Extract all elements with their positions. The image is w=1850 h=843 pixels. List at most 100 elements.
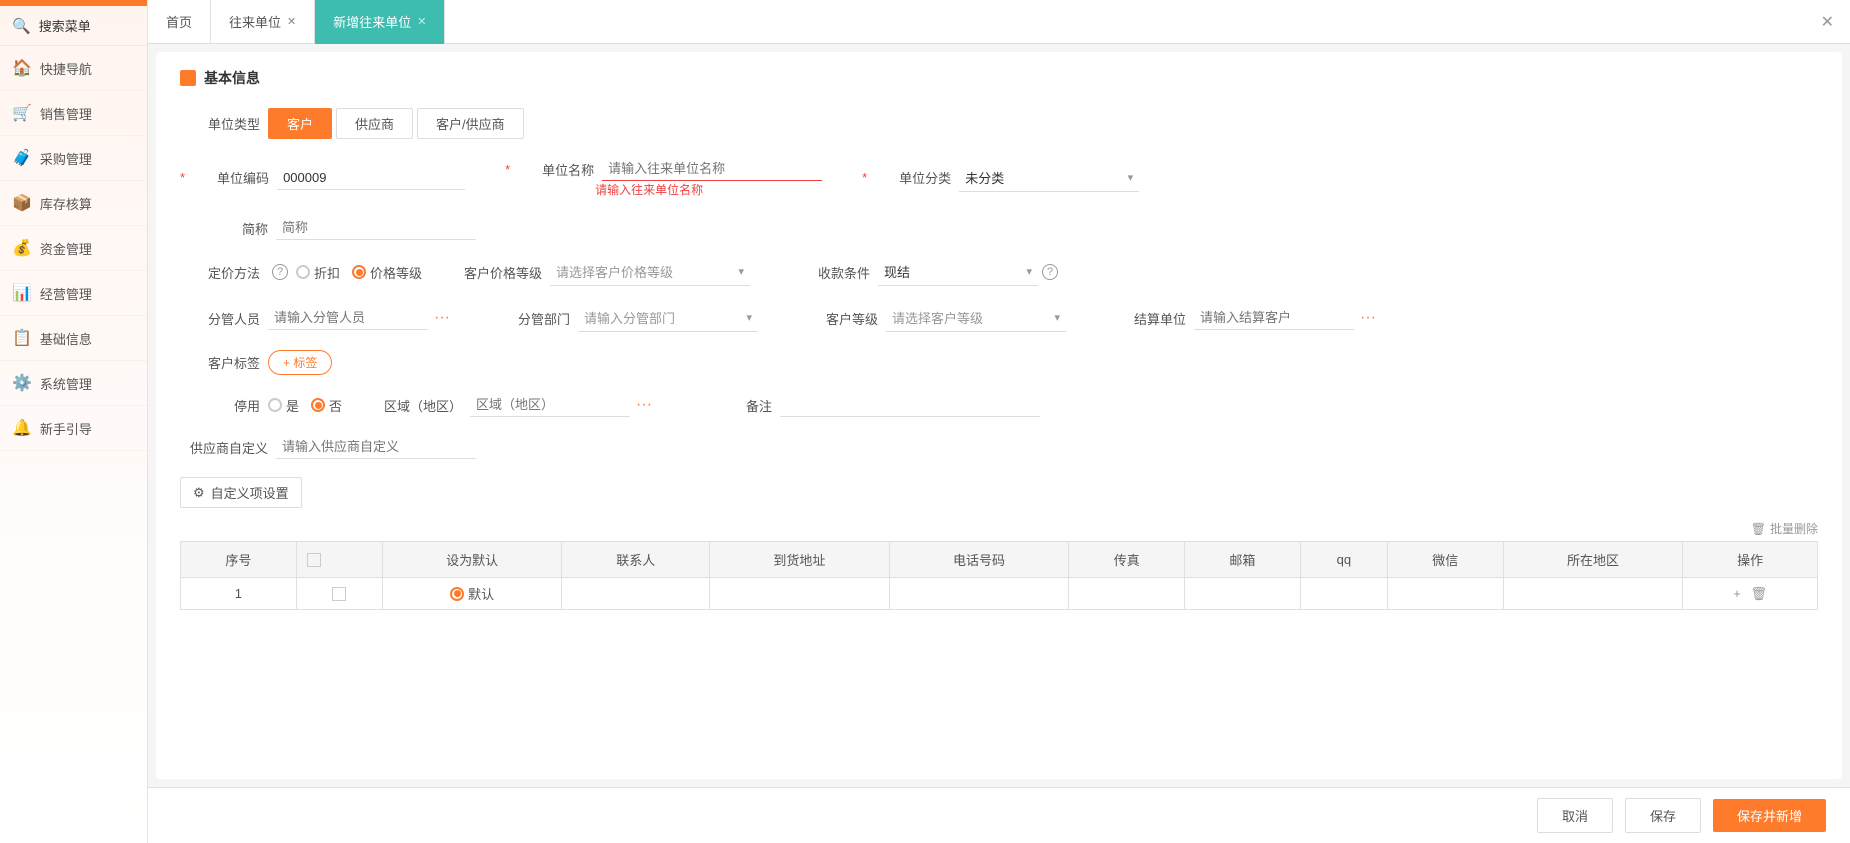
cancel-button[interactable]: 取消 — [1537, 798, 1613, 833]
unit-btn-customer[interactable]: 客户 — [268, 108, 332, 139]
unit-category-required: * — [862, 170, 867, 185]
row-default-radio[interactable] — [450, 587, 464, 601]
add-tag-button[interactable]: + 标签 — [268, 350, 332, 375]
row-region — [1503, 578, 1683, 610]
row-checkbox-cell — [296, 578, 382, 610]
short-name-input[interactable] — [276, 216, 476, 240]
save-new-button[interactable]: 保存并新增 — [1713, 799, 1826, 832]
unit-name-label: 单位名称 — [514, 160, 594, 179]
disabled-row: 停用 是 否 区域（地区） ··· — [180, 393, 1818, 417]
payment-terms-select[interactable]: 现结 ▾ — [878, 258, 1038, 286]
tab-home[interactable]: 首页 — [148, 0, 211, 44]
save-button[interactable]: 保存 — [1625, 798, 1701, 833]
money-icon: 💰 — [12, 238, 32, 258]
row-phone — [889, 578, 1069, 610]
col-no: 序号 — [181, 542, 297, 578]
sidebar-item-inventory[interactable]: 📦 库存核算 — [0, 181, 147, 226]
supplier-custom-row: 供应商自定义 — [180, 435, 1818, 459]
sidebar-item-purchase[interactable]: 🧳 采购管理 — [0, 136, 147, 181]
settlement-input[interactable] — [1194, 306, 1354, 330]
unit-btn-supplier[interactable]: 供应商 — [336, 108, 413, 139]
delete-row-btn[interactable]: 🗑 — [1750, 586, 1767, 601]
pricing-method-label: 定价方法 — [180, 263, 260, 282]
row-no: 1 — [181, 578, 297, 610]
sidebar-item-guide[interactable]: 🔔 新手引导 — [0, 406, 147, 451]
tab-new-partner[interactable]: 新增往来单位 ✕ — [315, 0, 445, 44]
custom-setting-button[interactable]: ⚙ 自定义项设置 — [180, 477, 302, 508]
unit-code-input[interactable] — [277, 166, 465, 190]
pricing-discount-circle — [296, 265, 310, 279]
sidebar-item-finance-label: 资金管理 — [40, 239, 92, 258]
col-address: 到货地址 — [710, 542, 890, 578]
pricing-help-icon[interactable]: ? — [272, 264, 288, 280]
customer-level-chevron: ▾ — [1054, 311, 1060, 324]
sidebar-item-guide-label: 新手引导 — [40, 419, 92, 438]
col-region: 所在地区 — [1503, 542, 1683, 578]
customer-level-select[interactable]: 请选择客户等级 ▾ — [886, 304, 1066, 332]
tab-bar-close[interactable]: ✕ — [1805, 12, 1850, 32]
col-phone: 电话号码 — [889, 542, 1069, 578]
unit-type-row: 单位类型 客户 供应商 客户/供应商 — [180, 108, 1818, 139]
row-email — [1185, 578, 1301, 610]
sidebar-item-quicknav[interactable]: 🏠 快捷导航 — [0, 46, 147, 91]
manager-label: 分管人员 — [180, 309, 260, 328]
pricing-discount-radio[interactable]: 折扣 — [296, 263, 340, 282]
settlement-ellipsis[interactable]: ··· — [1360, 309, 1376, 327]
manager-row: 分管人员 ··· 分管部门 请输入分管部门 ▾ 客户等级 请选择客户等级 ▾ — [180, 304, 1818, 332]
department-select[interactable]: 请输入分管部门 ▾ — [578, 304, 758, 332]
header-checkbox[interactable] — [307, 553, 321, 567]
box-icon: 📦 — [12, 193, 32, 213]
tab-new-partner-close[interactable]: ✕ — [417, 15, 426, 28]
tab-bar: 首页 往来单位 ✕ 新增往来单位 ✕ ✕ — [148, 0, 1850, 44]
manager-input[interactable] — [268, 306, 428, 330]
disabled-no-circle — [311, 398, 325, 412]
region-input[interactable] — [470, 393, 630, 417]
supplier-custom-input[interactable] — [276, 435, 476, 459]
manager-ellipsis[interactable]: ··· — [434, 309, 450, 327]
gear-small-icon: ⚙ — [193, 485, 205, 501]
manager-group: 分管人员 ··· — [180, 306, 450, 330]
row-address — [710, 578, 890, 610]
customer-level-label: 客户等级 — [798, 309, 878, 328]
unit-code-group: * 单位编码 — [180, 166, 465, 190]
disabled-no-radio[interactable]: 否 — [311, 396, 342, 415]
disabled-radio-group: 是 否 — [268, 396, 342, 415]
region-label: 区域（地区） — [382, 396, 462, 415]
payment-terms-help-icon[interactable]: ? — [1042, 264, 1058, 280]
sidebar-item-sales[interactable]: 🛒 销售管理 — [0, 91, 147, 136]
col-wechat: 微信 — [1387, 542, 1503, 578]
unit-name-input[interactable] — [602, 157, 822, 181]
col-checkbox — [296, 542, 382, 578]
disabled-no-label: 否 — [329, 396, 342, 415]
sidebar-item-operations-label: 经营管理 — [40, 284, 92, 303]
tab-partners-close[interactable]: ✕ — [287, 15, 296, 28]
customer-price-level-select[interactable]: 请选择客户价格等级 ▾ — [550, 258, 750, 286]
sidebar-item-finance[interactable]: 💰 资金管理 — [0, 226, 147, 271]
unit-btn-both[interactable]: 客户/供应商 — [417, 108, 524, 139]
sidebar-item-inventory-label: 库存核算 — [40, 194, 92, 213]
disabled-yes-radio[interactable]: 是 — [268, 396, 299, 415]
sidebar-item-operations[interactable]: 📊 经营管理 — [0, 271, 147, 316]
col-action: 操作 — [1683, 542, 1818, 578]
clipboard-icon: 📋 — [12, 328, 32, 348]
unit-type-buttons: 客户 供应商 客户/供应商 — [268, 108, 524, 139]
remark-input[interactable] — [780, 393, 1040, 417]
unit-category-select[interactable]: 未分类 ▾ — [959, 164, 1139, 192]
tab-partners[interactable]: 往来单位 ✕ — [211, 0, 315, 44]
row-operations: + 🗑 — [1683, 578, 1818, 610]
cart-icon: 🛒 — [12, 103, 32, 123]
col-qq: qq — [1300, 542, 1387, 578]
col-email: 邮箱 — [1185, 542, 1301, 578]
pricing-pricelevel-radio[interactable]: 价格等级 — [352, 263, 422, 282]
pricing-row: 定价方法 ? 折扣 价格等级 客户价格等级 请选择客户价格等级 — [180, 258, 1818, 286]
unit-code-label: 单位编码 — [189, 168, 269, 187]
unit-category-chevron: ▾ — [1128, 171, 1134, 184]
sidebar-search[interactable]: 🔍 搜索菜单 — [0, 6, 147, 46]
sidebar-item-basicinfo[interactable]: 📋 基础信息 — [0, 316, 147, 361]
supplier-custom-label: 供应商自定义 — [188, 438, 268, 457]
row-checkbox[interactable] — [332, 587, 346, 601]
batch-delete-button[interactable]: 🗑 批量删除 — [1751, 520, 1818, 537]
sidebar-item-system[interactable]: ⚙️ 系统管理 — [0, 361, 147, 406]
region-ellipsis[interactable]: ··· — [636, 396, 652, 414]
add-row-btn[interactable]: + — [1733, 586, 1741, 601]
